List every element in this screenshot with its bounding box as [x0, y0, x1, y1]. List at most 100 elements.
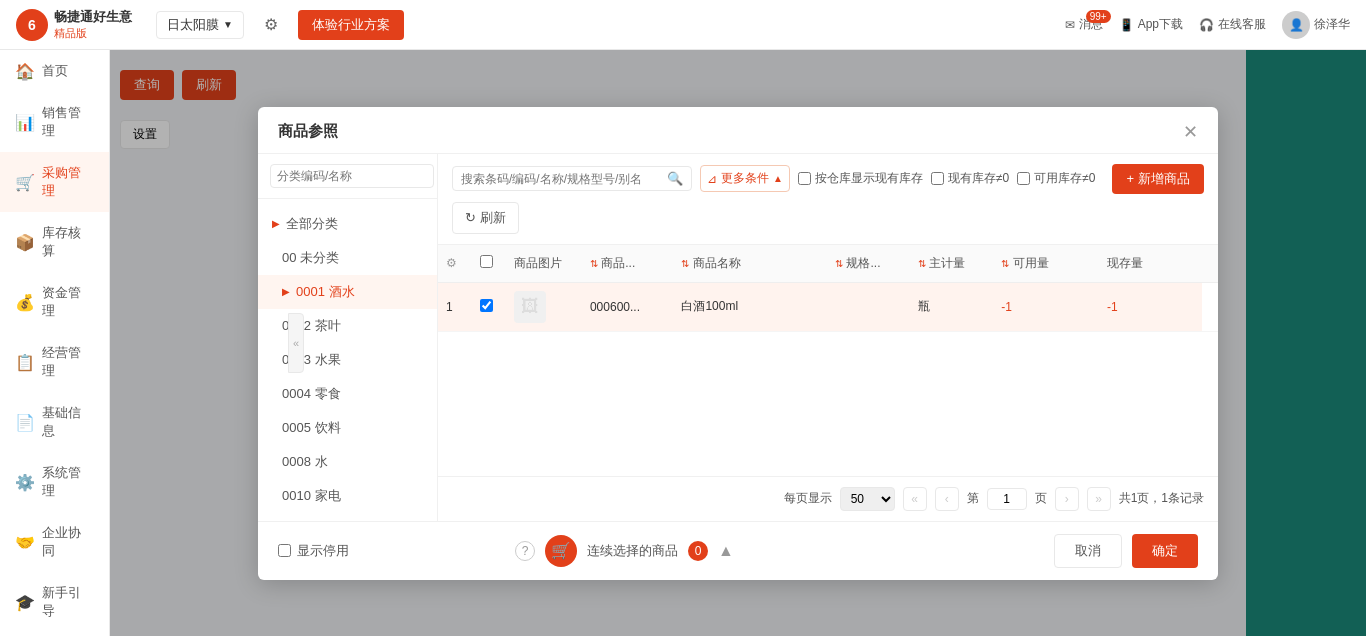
store-dropdown[interactable]: 日太阳膜 ▼ — [156, 11, 244, 39]
main-content: 查询 刷新 设置 商品参照 ✕ — [110, 50, 1366, 636]
guide-icon: 🎓 — [16, 593, 34, 611]
product-search-input[interactable] — [461, 172, 661, 186]
page-number-input[interactable] — [987, 488, 1027, 510]
sidebar-item-basic-info[interactable]: 📄 基础信息 — [0, 392, 109, 452]
next-page-btn[interactable]: › — [1055, 487, 1079, 511]
chevron-down-icon: ▼ — [223, 19, 233, 30]
cat-item-fruit[interactable]: 0003 水果 — [258, 343, 437, 377]
th-code[interactable]: ⇅ 商品... — [582, 245, 673, 283]
settings-icon[interactable]: ⚙ — [256, 10, 286, 40]
main-layout: 🏠 首页 📊 销售管理 🛒 采购管理 📦 库存核算 💰 资金管理 📋 经营管理 … — [0, 50, 1366, 636]
table-row[interactable]: 1 🖼 — [438, 282, 1218, 331]
th-unit[interactable]: ⇅ 主计量 — [910, 245, 993, 283]
checkbox-available-not-zero[interactable]: 可用库存≠0 — [1017, 170, 1095, 187]
sidebar-label-sales: 销售管理 — [42, 104, 93, 140]
online-service-nav[interactable]: 🎧 在线客服 — [1199, 16, 1266, 33]
sidebar-item-finance[interactable]: 💰 资金管理 — [0, 272, 109, 332]
collapse-up-btn[interactable]: ▲ — [718, 542, 734, 560]
th-stock: 现存量 — [1099, 245, 1202, 283]
cart-icon: 🛒 — [545, 535, 577, 567]
search-icon[interactable]: 🔍 — [667, 171, 683, 186]
collapse-category-btn[interactable]: « — [288, 313, 304, 373]
messages-nav[interactable]: ✉ 消息 99+ — [1065, 16, 1103, 33]
sidebar-item-system[interactable]: ⚙️ 系统管理 — [0, 452, 109, 512]
row-checkbox[interactable] — [480, 299, 493, 312]
th-spec[interactable]: ⇅ 规格... — [827, 245, 910, 283]
refresh-label: 刷新 — [480, 209, 506, 227]
refresh-icon: ↻ — [465, 210, 476, 225]
sidebar-label-purchase: 采购管理 — [42, 164, 93, 200]
nav-right: ✉ 消息 99+ 📱 App下载 🎧 在线客服 👤 徐泽华 — [1065, 11, 1350, 39]
cat-item-snack[interactable]: 0004 零食 — [258, 377, 437, 411]
sidebar-label-system: 系统管理 — [42, 464, 93, 500]
finance-icon: 💰 — [16, 293, 34, 311]
total-label: 共1页，1条记录 — [1119, 490, 1204, 507]
sidebar-item-home[interactable]: 🏠 首页 — [0, 50, 109, 92]
sidebar-item-apps[interactable]: 📱 应用中心 — [0, 632, 109, 636]
checkbox-warehouse-input[interactable] — [798, 172, 811, 185]
cat-item-beverage[interactable]: 0005 饮料 — [258, 411, 437, 445]
first-page-btn[interactable]: « — [903, 487, 927, 511]
confirm-button[interactable]: 确定 — [1132, 534, 1198, 568]
message-icon: ✉ — [1065, 18, 1075, 32]
cat-item-uncategorized[interactable]: 00 未分类 — [258, 241, 437, 275]
dialog-footer: 显示停用 ? 🛒 连续选择的商品 0 ▲ 取消 确定 — [258, 521, 1218, 580]
footer-action-buttons: 取消 确定 — [1054, 534, 1198, 568]
checkbox-stock-input[interactable] — [931, 172, 944, 185]
th-spec-label: 规格... — [846, 256, 880, 270]
filter-more-btn[interactable]: ⊿ 更多条件 ▲ — [700, 165, 790, 192]
checkbox-warehouse[interactable]: 按仓库显示现有库存 — [798, 170, 923, 187]
product-toolbar: 🔍 ⊿ 更多条件 ▲ 按仓库显示现有库存 — [438, 154, 1218, 245]
th-name[interactable]: ⇅ 商品名称 — [673, 245, 827, 283]
cat-item-all[interactable]: ▶ 全部分类 — [258, 207, 437, 241]
trial-btn[interactable]: 体验行业方案 — [298, 10, 404, 40]
continuous-select-label: 连续选择的商品 — [587, 542, 678, 560]
sidebar-item-purchase[interactable]: 🛒 采购管理 — [0, 152, 109, 212]
checkbox-stock-not-zero[interactable]: 现有库存≠0 — [931, 170, 1009, 187]
filter-label: 更多条件 — [721, 170, 769, 187]
prev-page-btn[interactable]: ‹ — [935, 487, 959, 511]
dialog-header: 商品参照 ✕ — [258, 107, 1218, 154]
cancel-button[interactable]: 取消 — [1054, 534, 1122, 568]
sidebar-item-inventory[interactable]: 📦 库存核算 — [0, 212, 109, 272]
sidebar-item-sales[interactable]: 📊 销售管理 — [0, 92, 109, 152]
show-disabled-label[interactable]: 显示停用 — [278, 542, 349, 560]
dialog-close-button[interactable]: ✕ — [1183, 121, 1198, 143]
add-product-btn[interactable]: + 新增商品 — [1112, 164, 1204, 194]
avatar: 👤 — [1282, 11, 1310, 39]
refresh-product-btn[interactable]: ↻ 刷新 — [452, 202, 519, 234]
cat-item-water[interactable]: 0008 水 — [258, 445, 437, 479]
sales-icon: 📊 — [16, 113, 34, 131]
page-size-select[interactable]: 50 10 20 100 — [840, 487, 895, 511]
page-label2: 页 — [1035, 490, 1047, 507]
category-search-input[interactable] — [270, 164, 434, 188]
sidebar-label-basic-info: 基础信息 — [42, 404, 93, 440]
sidebar-item-guide[interactable]: 🎓 新手引导 — [0, 572, 109, 632]
cat-item-label: 全部分类 — [286, 215, 338, 233]
last-page-btn[interactable]: » — [1087, 487, 1111, 511]
app-download-nav[interactable]: 📱 App下载 — [1119, 16, 1183, 33]
th-available[interactable]: ⇅ 可用量 — [993, 245, 1099, 283]
purchase-icon: 🛒 — [16, 173, 34, 191]
th-image-label: 商品图片 — [514, 256, 562, 270]
th-name-label: 商品名称 — [693, 256, 741, 270]
page-label: 第 — [967, 490, 979, 507]
sidebar-label-cooperation: 企业协同 — [42, 524, 93, 560]
select-all-checkbox[interactable] — [480, 255, 493, 268]
sidebar-item-operations[interactable]: 📋 经营管理 — [0, 332, 109, 392]
inventory-icon: 📦 — [16, 233, 34, 251]
sort-icon: ⇅ — [835, 258, 843, 269]
sidebar-item-cooperation[interactable]: 🤝 企业协同 — [0, 512, 109, 572]
user-nav[interactable]: 👤 徐泽华 — [1282, 11, 1350, 39]
system-icon: ⚙️ — [16, 473, 34, 491]
show-disabled-checkbox[interactable] — [278, 544, 291, 557]
column-settings-icon[interactable]: ⚙ — [446, 256, 457, 270]
checkbox-stock-label: 现有库存≠0 — [948, 170, 1009, 187]
cat-item-tea[interactable]: 0002 茶叶 — [258, 309, 437, 343]
cat-item-liquor[interactable]: ▶ 0001 酒水 — [258, 275, 437, 309]
checkbox-available-input[interactable] — [1017, 172, 1030, 185]
cat-item-appliance[interactable]: 0010 家电 — [258, 479, 437, 513]
cat-item-label: 0001 酒水 — [296, 283, 355, 301]
help-icon[interactable]: ? — [515, 541, 535, 561]
td-name: 白酒100ml — [673, 282, 827, 331]
